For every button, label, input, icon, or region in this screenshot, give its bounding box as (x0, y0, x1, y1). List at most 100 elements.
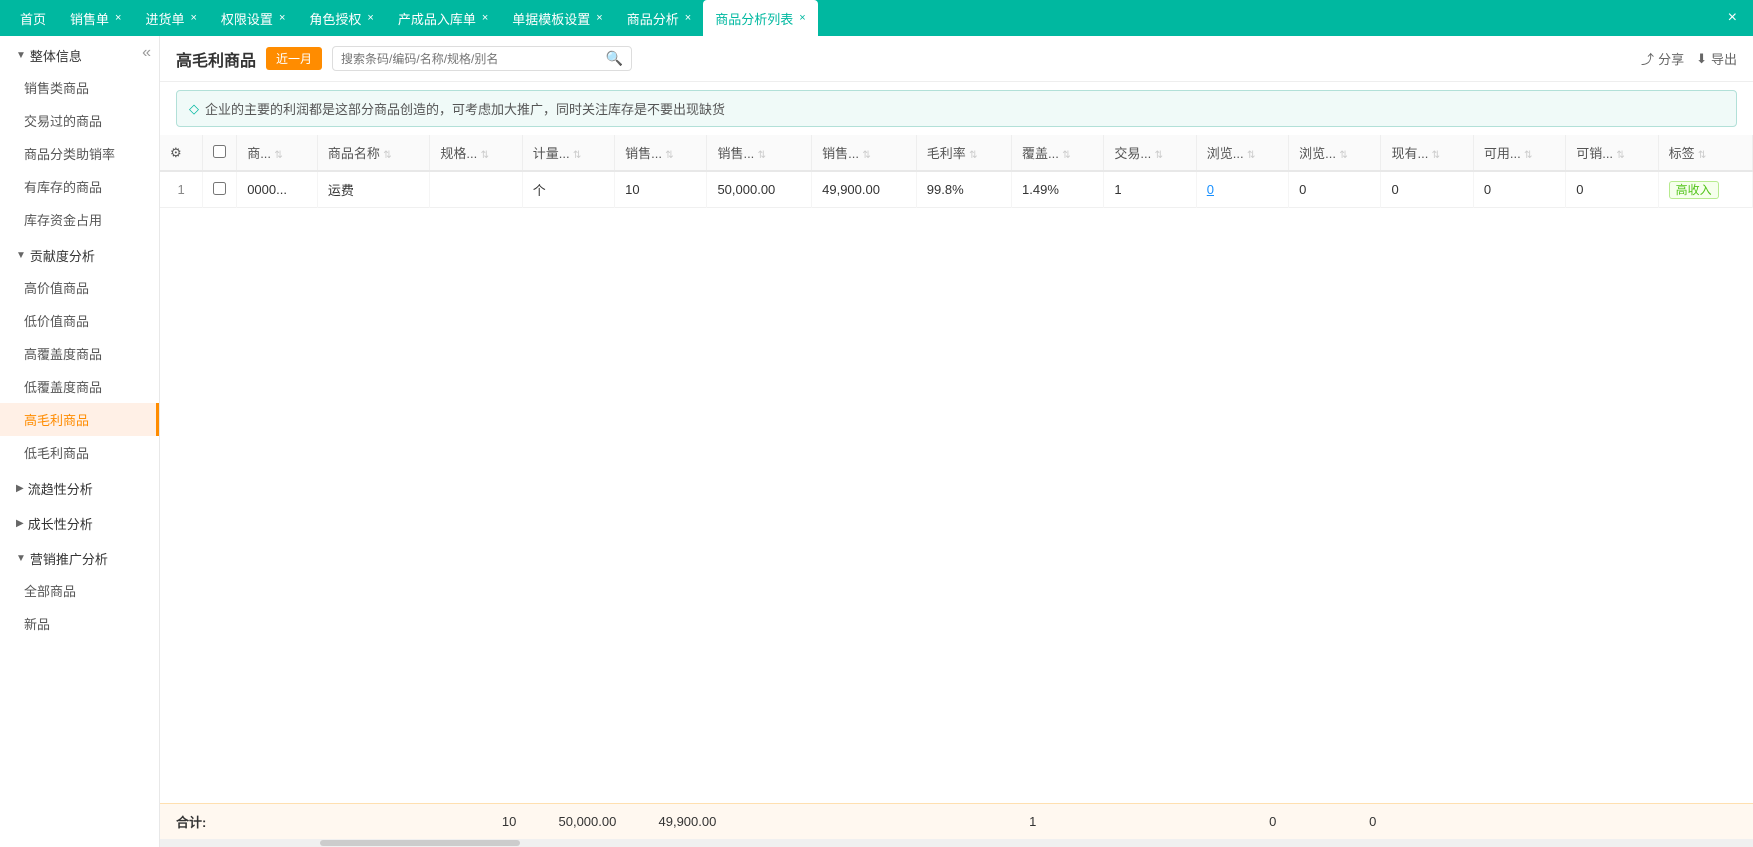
sidebar-group-marketing[interactable]: ▼ 营销推广分析 (0, 539, 159, 574)
sort-current-stock-icon: ⇅ (1432, 150, 1440, 161)
share-icon: ⤴ (1641, 49, 1654, 68)
sidebar-item-stocked-goods[interactable]: 有库存的商品 (0, 170, 159, 203)
sidebar-item-low-coverage[interactable]: 低覆盖度商品 (0, 370, 159, 403)
sidebar-item-stock-capital[interactable]: 库存资金占用 (0, 203, 159, 236)
sort-transactions-icon: ⇅ (1155, 150, 1163, 161)
header-actions: ⤴ 分享 ⬇ 导出 (1641, 49, 1737, 68)
col-header-settings[interactable]: ⚙ (160, 135, 203, 171)
sidebar-item-traded-goods[interactable]: 交易过的商品 (0, 104, 159, 137)
close-finished-goods-icon[interactable]: × (482, 12, 488, 24)
sidebar-group-trend[interactable]: ▶ 流趋性分析 (0, 469, 159, 504)
sidebar-item-low-margin[interactable]: 低毛利商品 (0, 436, 159, 469)
export-button[interactable]: ⬇ 导出 (1696, 49, 1737, 68)
col-header-sku[interactable]: 商... ⇅ (237, 135, 318, 171)
nav-sales-order[interactable]: 销售单 × (58, 0, 133, 36)
nav-template-settings[interactable]: 单据模板设置 × (500, 0, 614, 36)
col-header-gross-margin[interactable]: 毛利率 ⇅ (916, 135, 1011, 171)
row-checkbox-cell[interactable] (203, 171, 237, 208)
row-sales-profit: 49,900.00 (812, 171, 917, 208)
export-icon: ⬇ (1696, 51, 1707, 67)
nav-finished-goods[interactable]: 产成品入库单 × (386, 0, 500, 36)
col-header-unit[interactable]: 计量... ⇅ (522, 135, 614, 171)
close-permission-settings-icon[interactable]: × (279, 12, 285, 24)
col-header-views2[interactable]: 浏览... ⇅ (1289, 135, 1381, 171)
sort-saleable-stock-icon: ⇅ (1616, 150, 1624, 161)
sort-name-icon: ⇅ (383, 150, 391, 161)
footer-current-stock: 0 (1206, 814, 1286, 829)
caret-right-icon-2: ▶ (16, 518, 24, 529)
nav-product-analysis[interactable]: 商品分析 × (615, 0, 703, 36)
search-icon[interactable]: 🔍 (606, 50, 623, 67)
share-button[interactable]: ⤴ 分享 (1641, 49, 1684, 68)
info-icon: ◇ (189, 101, 199, 117)
col-header-current-stock[interactable]: 现有... ⇅ (1381, 135, 1473, 171)
sidebar: « ▼ 整体信息 销售类商品 交易过的商品 商品分类助销率 有库存的商品 库存资… (0, 36, 160, 847)
row-index: 1 (160, 171, 203, 208)
sidebar-item-low-value[interactable]: 低价值商品 (0, 304, 159, 337)
col-header-views1[interactable]: 浏览... ⇅ (1196, 135, 1288, 171)
sidebar-item-sales-goods[interactable]: 销售类商品 (0, 71, 159, 104)
col-header-spec[interactable]: 规格... ⇅ (430, 135, 522, 171)
sidebar-group-growth[interactable]: ▶ 成长性分析 (0, 504, 159, 539)
close-product-analysis-icon[interactable]: × (685, 12, 691, 24)
scrollbar-thumb[interactable] (320, 840, 520, 846)
sidebar-group-overall[interactable]: ▼ 整体信息 (0, 36, 159, 71)
close-role-auth-icon[interactable]: × (367, 12, 373, 24)
filter-period-button[interactable]: 近一月 (266, 47, 322, 70)
search-input[interactable] (341, 52, 606, 66)
row-saleable-stock: 0 (1566, 171, 1658, 208)
sidebar-item-new-goods[interactable]: 新品 (0, 607, 159, 640)
sidebar-item-high-margin[interactable]: 高毛利商品 (0, 403, 159, 436)
col-header-sales-profit[interactable]: 销售... ⇅ (812, 135, 917, 171)
nav-role-auth[interactable]: 角色授权 × (297, 0, 385, 36)
col-header-coverage[interactable]: 覆盖... ⇅ (1012, 135, 1104, 171)
col-header-checkbox[interactable] (203, 135, 237, 171)
sidebar-collapse-button[interactable]: « (142, 44, 151, 62)
footer-available-stock: 0 (1306, 814, 1386, 829)
page-title: 高毛利商品 (176, 47, 256, 71)
close-sales-order-icon[interactable]: × (115, 12, 121, 24)
info-text: 企业的主要的利润都是这部分商品创造的，可考虑加大推广，同时关注库存是不要出现缺货 (205, 99, 725, 118)
footer-sales-qty: 10 (446, 814, 526, 829)
horizontal-scrollbar[interactable] (160, 839, 1753, 847)
close-all-tabs-button[interactable]: × (1720, 9, 1745, 27)
nav-purchase-order[interactable]: 进货单 × (133, 0, 208, 36)
table-wrapper[interactable]: ⚙ 商... ⇅ 商品名称 ⇅ (160, 135, 1753, 803)
table-footer: 合计: 10 50,000.00 49,900.00 1 0 0 (160, 803, 1753, 839)
close-purchase-order-icon[interactable]: × (190, 12, 196, 24)
close-product-analysis-list-icon[interactable]: × (799, 12, 805, 24)
sidebar-item-high-value[interactable]: 高价值商品 (0, 271, 159, 304)
nav-home[interactable]: 首页 (8, 0, 58, 36)
row-coverage: 1.49% (1012, 171, 1104, 208)
sidebar-group-contribution[interactable]: ▼ 贡献度分析 (0, 236, 159, 271)
sort-sales-qty-icon: ⇅ (665, 150, 673, 161)
settings-icon[interactable]: ⚙ (170, 145, 182, 160)
close-template-settings-icon[interactable]: × (596, 12, 602, 24)
nav-product-analysis-list[interactable]: 商品分析列表 × (703, 0, 817, 36)
footer-total-label: 合计: (176, 812, 206, 831)
info-banner: ◇ 企业的主要的利润都是这部分商品创造的，可考虑加大推广，同时关注库存是不要出现… (176, 90, 1737, 127)
col-header-name[interactable]: 商品名称 ⇅ (317, 135, 430, 171)
sidebar-item-all-goods[interactable]: 全部商品 (0, 574, 159, 607)
nav-permission-settings[interactable]: 权限设置 × (209, 0, 297, 36)
row-views1[interactable]: 0 (1196, 171, 1288, 208)
col-header-tag[interactable]: 标签 ⇅ (1658, 135, 1752, 171)
col-header-transactions[interactable]: 交易... ⇅ (1104, 135, 1196, 171)
table-row: 1 0000... 运费 个 10 50,000.00 49,900.00 99… (160, 171, 1753, 208)
col-header-sales-amount[interactable]: 销售... ⇅ (707, 135, 812, 171)
sort-spec-icon: ⇅ (481, 150, 489, 161)
sort-sales-profit-icon: ⇅ (862, 150, 870, 161)
sidebar-item-category-rate[interactable]: 商品分类助销率 (0, 137, 159, 170)
sort-sku-icon: ⇅ (274, 150, 282, 161)
col-header-available-stock[interactable]: 可用... ⇅ (1473, 135, 1565, 171)
select-all-checkbox[interactable] (213, 145, 226, 158)
row-name: 运费 (317, 171, 430, 208)
sort-gross-margin-icon: ⇅ (969, 150, 977, 161)
col-header-saleable-stock[interactable]: 可销... ⇅ (1566, 135, 1658, 171)
col-header-sales-qty[interactable]: 销售... ⇅ (615, 135, 707, 171)
row-checkbox[interactable] (213, 182, 226, 195)
row-transactions: 1 (1104, 171, 1196, 208)
sort-tag-icon: ⇅ (1698, 150, 1706, 161)
sidebar-item-high-coverage[interactable]: 高覆盖度商品 (0, 337, 159, 370)
row-sales-amount: 50,000.00 (707, 171, 812, 208)
